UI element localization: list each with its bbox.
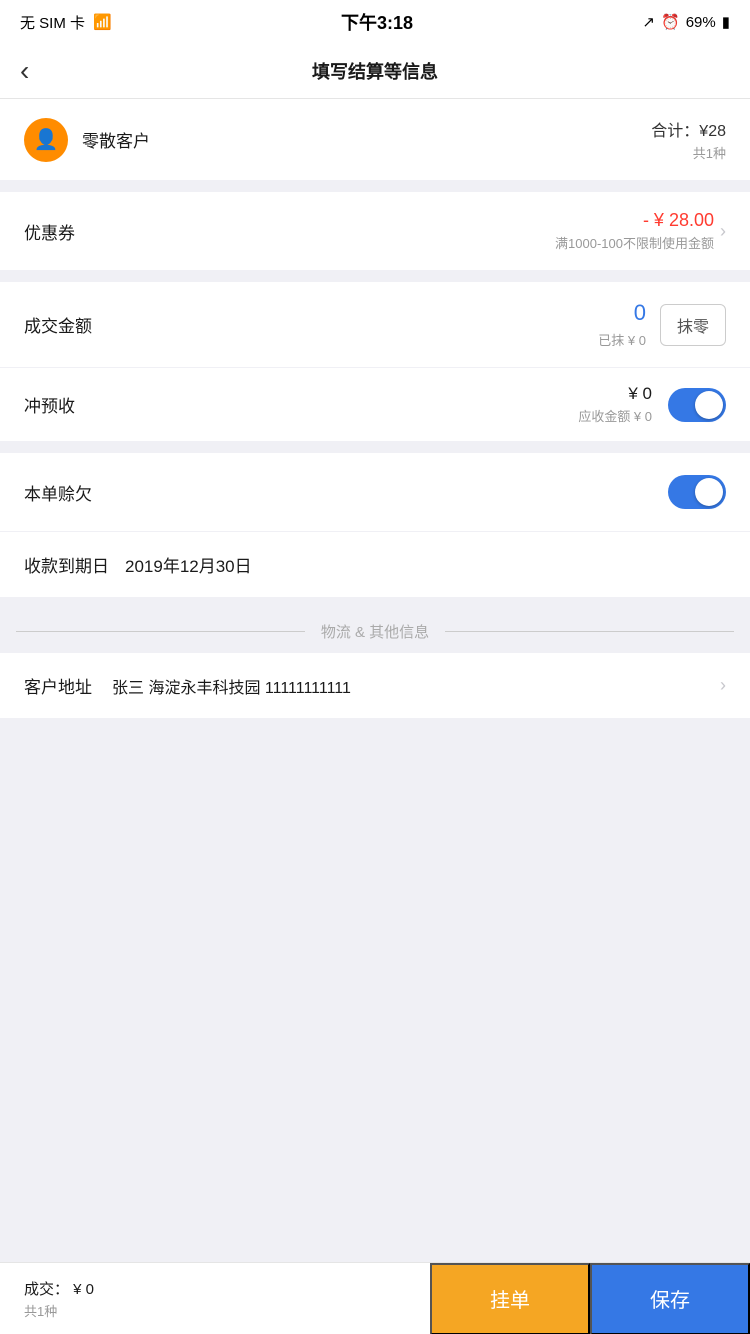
prepaid-label: 冲预收 [24,392,75,417]
coupon-right: - ¥ 28.00 满1000-100不限制使用金额 › [555,210,726,252]
due-date-row: 收款到期日 2019年12月30日 [0,531,750,597]
customer-avatar: 👤 [24,118,68,162]
due-date-label: 收款到期日 [24,552,109,577]
customer-name: 零散客户 [82,127,150,152]
customer-section: 👤 零散客户 合计：¥28 共1种 [0,99,750,180]
deal-amount-row: 成交金额 0 已抹 ¥ 0 抹零 [0,282,750,367]
round-button[interactable]: 抹零 [660,304,726,346]
deal-amount-wrapper: 0 已抹 ¥ 0 [598,300,646,349]
prepaid-row: 冲预收 ¥ 0 应收金额 ¥ 0 [0,367,750,441]
logistics-separator: 物流 & 其他信息 [0,609,750,653]
back-icon: ‹ [20,55,29,87]
bottom-summary-sub: 共1种 [24,1301,406,1320]
logistics-line-right [445,631,734,632]
status-right: ↗ ⏰ 69% ▮ [642,13,730,31]
customer-count: 共1种 [651,143,726,162]
status-left: 无 SIM 卡 📶 [20,12,112,33]
customer-left: 👤 零散客户 [24,118,150,162]
battery-text: 69% [686,14,716,31]
logistics-line-left [16,631,305,632]
deal-amount-label: 成交金额 [24,312,92,337]
coupon-desc: 满1000-100不限制使用金额 [555,233,714,252]
customer-right: 合计：¥28 共1种 [651,117,726,162]
prepaid-amounts: ¥ 0 应收金额 ¥ 0 [578,384,652,425]
coupon-right-inner: - ¥ 28.00 满1000-100不限制使用金额 [555,210,714,252]
debt-row: 本单赊欠 [0,453,750,531]
gap4 [0,597,750,609]
debt-label: 本单赊欠 [24,480,92,505]
deal-section: 成交金额 0 已抹 ¥ 0 抹零 冲预收 ¥ 0 应收金额 ¥ 0 [0,282,750,441]
deal-deducted: 已抹 ¥ 0 [598,330,646,349]
save-button[interactable]: 保存 [590,1263,750,1334]
toggle-knob [695,391,723,419]
customer-total: 合计：¥28 [651,117,726,141]
deal-amount-value: 0 [598,300,646,326]
prepaid-main-amount: ¥ 0 [578,384,652,404]
sim-text: 无 SIM 卡 [20,12,85,33]
status-bar: 无 SIM 卡 📶 下午3:18 ↗ ⏰ 69% ▮ [0,0,750,44]
address-chevron-icon: › [720,675,726,696]
debt-section: 本单赊欠 收款到期日 2019年12月30日 [0,453,750,597]
location-icon: ↗ [642,13,655,31]
avatar-icon: 👤 [34,127,59,152]
prepaid-sub-amount: 应收金额 ¥ 0 [578,406,652,425]
prepaid-toggle[interactable] [668,388,726,422]
gap1 [0,180,750,192]
debt-toggle[interactable] [668,475,726,509]
due-date-value: 2019年12月30日 [125,552,252,577]
nav-bar: ‹ 填写结算等信息 [0,44,750,99]
bottom-summary-top: 成交： ¥ 0 [24,1278,406,1299]
wifi-icon: 📶 [93,13,112,31]
battery-icon: ▮ [722,13,730,31]
back-button[interactable]: ‹ [20,55,29,87]
gap5 [0,718,750,918]
address-row[interactable]: 客户地址 张三 海淀永丰科技园 11111111111 › [0,653,750,718]
address-label: 客户地址 [24,673,92,698]
status-time: 下午3:18 [341,9,413,35]
coupon-label: 优惠券 [24,219,75,244]
prepaid-right: ¥ 0 应收金额 ¥ 0 [578,384,726,425]
page-title: 填写结算等信息 [312,58,438,84]
coupon-chevron-icon: › [720,221,726,242]
alarm-icon: ⏰ [661,13,680,31]
deal-right: 0 已抹 ¥ 0 抹零 [598,300,726,349]
bottom-bar: 成交： ¥ 0 共1种 挂单 保存 [0,1262,750,1334]
address-section: 客户地址 张三 海淀永丰科技园 11111111111 › [0,653,750,718]
address-right: › [720,675,726,696]
bottom-summary: 成交： ¥ 0 共1种 [0,1278,430,1320]
logistics-text: 物流 & 其他信息 [321,621,429,642]
coupon-amount: - ¥ 28.00 [555,210,714,231]
customer-row: 👤 零散客户 合计：¥28 共1种 [0,99,750,180]
coupon-section: 优惠券 - ¥ 28.00 满1000-100不限制使用金额 › [0,192,750,270]
main-content: 👤 零散客户 合计：¥28 共1种 优惠券 - ¥ 28.00 满1000-10… [0,99,750,998]
gap3 [0,441,750,453]
address-value: 张三 海淀永丰科技园 11111111111 [112,674,720,698]
hold-button[interactable]: 挂单 [430,1263,590,1334]
debt-toggle-knob [695,478,723,506]
coupon-row[interactable]: 优惠券 - ¥ 28.00 满1000-100不限制使用金额 › [0,192,750,270]
gap2 [0,270,750,282]
